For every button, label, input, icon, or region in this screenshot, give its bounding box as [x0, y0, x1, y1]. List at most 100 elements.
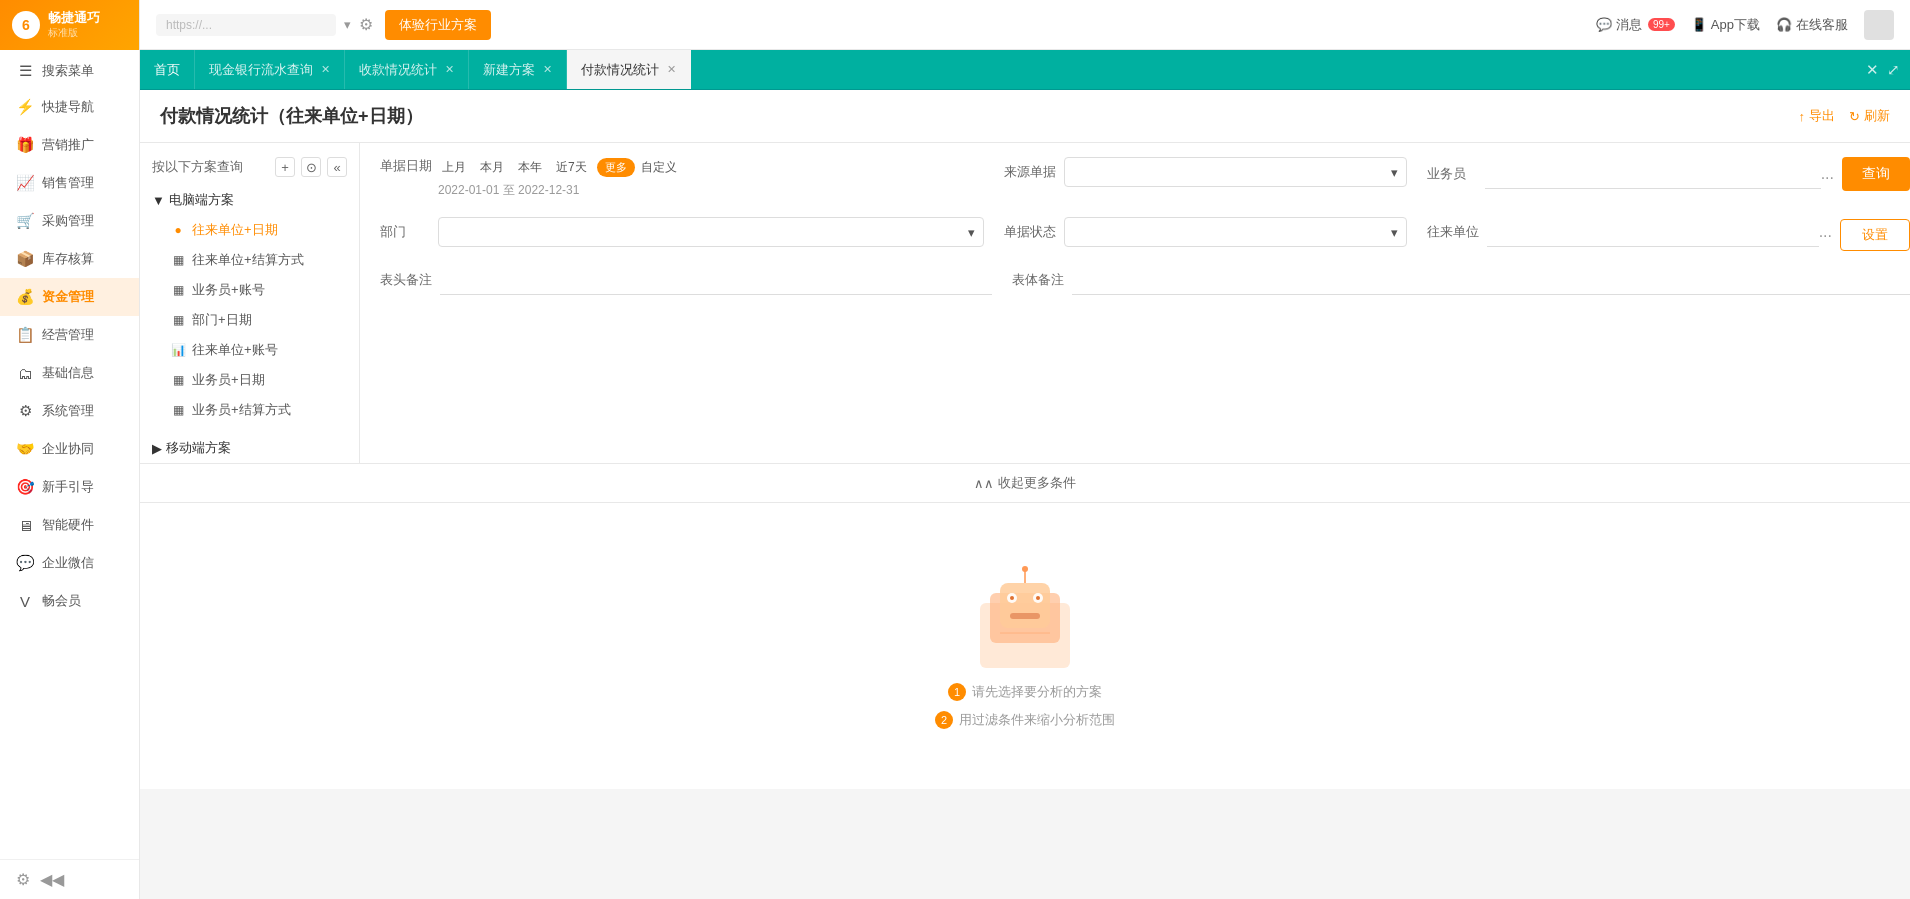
- empty-text-1: 1 请先选择要分析的方案: [948, 683, 1102, 701]
- collapse-more-btn[interactable]: ∧∧ 收起更多条件: [140, 463, 1910, 502]
- scheme-item-2[interactable]: ▦ 业务员+账号: [162, 275, 347, 305]
- scheme-panel: 按以下方案查询 + ⊙ « ▼ 电脑端方案: [140, 143, 360, 463]
- sidebar-item-enterprise[interactable]: 🤝 企业协同: [0, 430, 139, 468]
- table-header-note-label: 表头备注: [380, 271, 432, 289]
- user-avatar[interactable]: [1864, 10, 1894, 40]
- trial-btn[interactable]: 体验行业方案: [385, 10, 491, 40]
- shortcut-more[interactable]: 更多: [597, 158, 635, 177]
- partner-input[interactable]: [1487, 217, 1819, 247]
- tab-close-all-icon[interactable]: ✕: [1866, 61, 1879, 79]
- sidebar-item-management[interactable]: 📋 经营管理: [0, 316, 139, 354]
- date-field: 单据日期 上月 本月 本年 近7天 更多 自定义 20: [380, 157, 984, 199]
- shortcut-this-month[interactable]: 本月: [476, 157, 508, 178]
- scheme-item-0[interactable]: ● 往来单位+日期: [162, 215, 347, 245]
- sidebar-item-guide[interactable]: 🎯 新手引导: [0, 468, 139, 506]
- app-download-btn[interactable]: 📱 App下载: [1691, 16, 1760, 34]
- table-header-note-field: 表头备注: [380, 265, 992, 295]
- sidebar-item-hardware[interactable]: 🖥 智能硬件: [0, 506, 139, 544]
- export-btn[interactable]: ↑ 导出: [1799, 107, 1836, 125]
- export-icon: ↑: [1799, 109, 1806, 124]
- scheme-collapse-btn[interactable]: «: [327, 157, 347, 177]
- tab-close-payment[interactable]: ✕: [667, 63, 676, 76]
- tab-home[interactable]: 首页: [140, 50, 195, 89]
- filter-settings-btn[interactable]: 设置: [1840, 219, 1910, 251]
- sidebar-item-marketing[interactable]: 🎁 营销推广: [0, 126, 139, 164]
- scheme-item-1[interactable]: ▦ 往来单位+结算方式: [162, 245, 347, 275]
- dept-select-chevron: ▾: [968, 225, 975, 240]
- desktop-group[interactable]: ▼ 电脑端方案: [152, 185, 347, 215]
- topbar-dropdown-icon[interactable]: ▾: [344, 17, 351, 32]
- sidebar-footer: ⚙ ◀◀: [0, 859, 139, 899]
- filter-row-2: 部门 ▾ 单据状态 ▾: [380, 213, 1910, 251]
- tab-cash-flow[interactable]: 现金银行流水查询 ✕: [195, 50, 345, 89]
- scheme-icon-2: ▦: [170, 282, 186, 298]
- mobile-group: ▶ 移动端方案: [152, 433, 347, 463]
- doc-status-label: 单据状态: [1004, 223, 1056, 241]
- sidebar-item-wechat[interactable]: 💬 企业微信: [0, 544, 139, 582]
- sidebar-item-search[interactable]: ☰ 搜索菜单: [0, 54, 139, 88]
- tab-receipt-stats[interactable]: 收款情况统计 ✕: [345, 50, 469, 89]
- topbar: https://... ▾ ⚙ 体验行业方案 💬 消息 99+ 📱 App下载 …: [140, 0, 1910, 50]
- sidebar-item-finance[interactable]: 💰 资金管理: [0, 278, 139, 316]
- table-header-note-input[interactable]: [440, 265, 992, 295]
- shortcut-this-year[interactable]: 本年: [514, 157, 546, 178]
- doc-status-field: 单据状态 ▾: [1004, 217, 1407, 247]
- scheme-settings-btn[interactable]: ⊙: [301, 157, 321, 177]
- wechat-icon: 💬: [16, 554, 34, 572]
- sidebar-item-inventory[interactable]: 📦 库存核算: [0, 240, 139, 278]
- scheme-item-5[interactable]: ▦ 业务员+日期: [162, 365, 347, 395]
- page-actions: ↑ 导出 ↻ 刷新: [1799, 107, 1891, 125]
- source-select[interactable]: ▾: [1064, 157, 1407, 187]
- filter-layout: 按以下方案查询 + ⊙ « ▼ 电脑端方案: [140, 143, 1910, 463]
- filter-row-3: 表头备注 表体备注: [380, 265, 1910, 295]
- tab-close-new-scheme[interactable]: ✕: [543, 63, 552, 76]
- tab-new-scheme[interactable]: 新建方案 ✕: [469, 50, 567, 89]
- sales-rep-field: 业务员 ... 查询: [1427, 157, 1910, 191]
- sidebar-item-sales[interactable]: 📈 销售管理: [0, 164, 139, 202]
- scheme-icon-3: ▦: [170, 312, 186, 328]
- message-badge: 99+: [1648, 18, 1675, 31]
- sidebar-item-basic-info[interactable]: 🗂 基础信息: [0, 354, 139, 392]
- messages-btn[interactable]: 💬 消息 99+: [1596, 16, 1675, 34]
- sidebar-item-member[interactable]: V 畅会员: [0, 582, 139, 620]
- sidebar-item-purchase[interactable]: 🛒 采购管理: [0, 202, 139, 240]
- mobile-group-title[interactable]: ▶ 移动端方案: [152, 433, 347, 463]
- sales-rep-dots[interactable]: ...: [1821, 165, 1834, 183]
- shortcut-custom[interactable]: 自定义: [641, 159, 677, 176]
- content-area: 付款情况统计（往来单位+日期） ↑ 导出 ↻ 刷新 按以下方案: [140, 90, 1910, 899]
- scheme-item-3[interactable]: ▦ 部门+日期: [162, 305, 347, 335]
- topbar-settings-icon[interactable]: ⚙: [359, 15, 373, 34]
- scheme-item-6[interactable]: ▦ 业务员+结算方式: [162, 395, 347, 425]
- add-scheme-btn[interactable]: +: [275, 157, 295, 177]
- refresh-btn[interactable]: ↻ 刷新: [1849, 107, 1890, 125]
- footer-collapse-icon[interactable]: ◀◀: [40, 870, 64, 889]
- sidebar-item-system[interactable]: ⚙ 系统管理: [0, 392, 139, 430]
- online-service-btn[interactable]: 🎧 在线客服: [1776, 16, 1848, 34]
- svg-rect-2: [1000, 583, 1050, 628]
- tab-close-cash-flow[interactable]: ✕: [321, 63, 330, 76]
- sidebar-item-quick-nav[interactable]: ⚡ 快捷导航: [0, 88, 139, 126]
- tab-close-receipt[interactable]: ✕: [445, 63, 454, 76]
- url-bar[interactable]: https://...: [156, 14, 336, 36]
- date-shortcuts: 上月 本月 本年 近7天 更多 自定义: [438, 157, 677, 178]
- partner-dots[interactable]: ...: [1819, 223, 1832, 241]
- query-btn[interactable]: 查询: [1842, 157, 1910, 191]
- scheme-item-4[interactable]: 📊 往来单位+账号: [162, 335, 347, 365]
- dept-label: 部门: [380, 223, 430, 241]
- sales-icon: 📈: [16, 174, 34, 192]
- dept-select[interactable]: ▾: [438, 217, 984, 247]
- tab-expand-icon[interactable]: ⤢: [1887, 61, 1900, 79]
- sales-rep-input[interactable]: [1485, 159, 1821, 189]
- shortcut-last-month[interactable]: 上月: [438, 157, 470, 178]
- table-body-note-field: 表体备注: [1012, 265, 1910, 295]
- doc-status-select[interactable]: ▾: [1064, 217, 1407, 247]
- empty-state: 1 请先选择要分析的方案 2 用过滤条件来缩小分析范围: [140, 503, 1910, 789]
- enterprise-icon: 🤝: [16, 440, 34, 458]
- source-field: 来源单据 ▾: [1004, 157, 1407, 187]
- table-body-note-input[interactable]: [1072, 265, 1910, 295]
- shortcut-7days[interactable]: 近7天: [552, 157, 591, 178]
- sidebar-nav: ☰ 搜索菜单 ⚡ 快捷导航 🎁 营销推广 📈 销售管理 🛒 采购管理 📦 库存核…: [0, 50, 139, 859]
- inventory-icon: 📦: [16, 250, 34, 268]
- footer-settings-icon[interactable]: ⚙: [16, 870, 30, 889]
- tab-payment-stats[interactable]: 付款情况统计 ✕: [567, 50, 691, 89]
